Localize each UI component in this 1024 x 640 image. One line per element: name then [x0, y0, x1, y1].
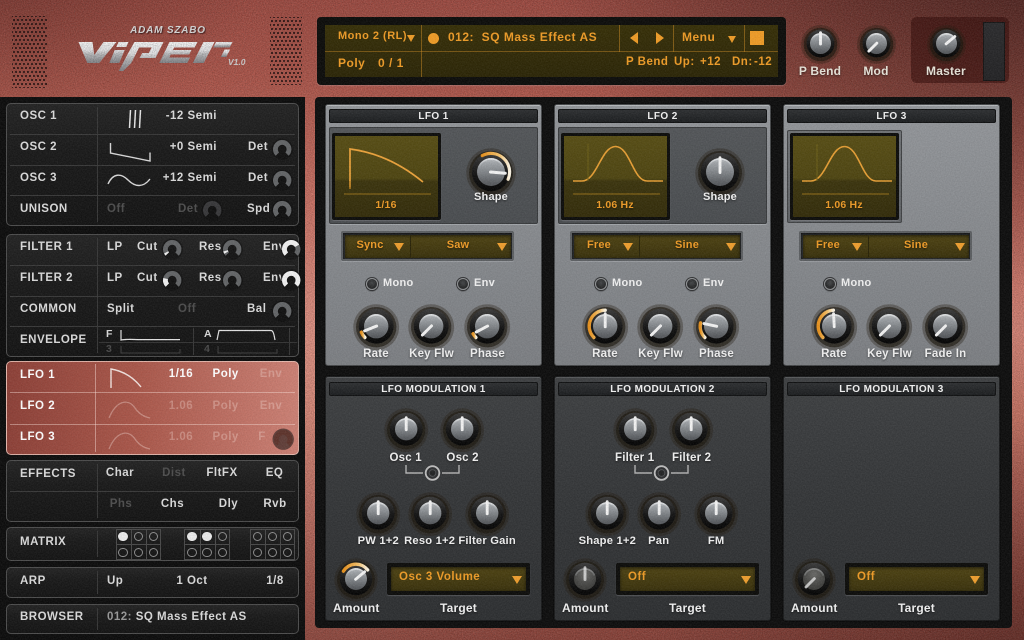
svg-text:V1.0: V1.0: [228, 57, 246, 67]
